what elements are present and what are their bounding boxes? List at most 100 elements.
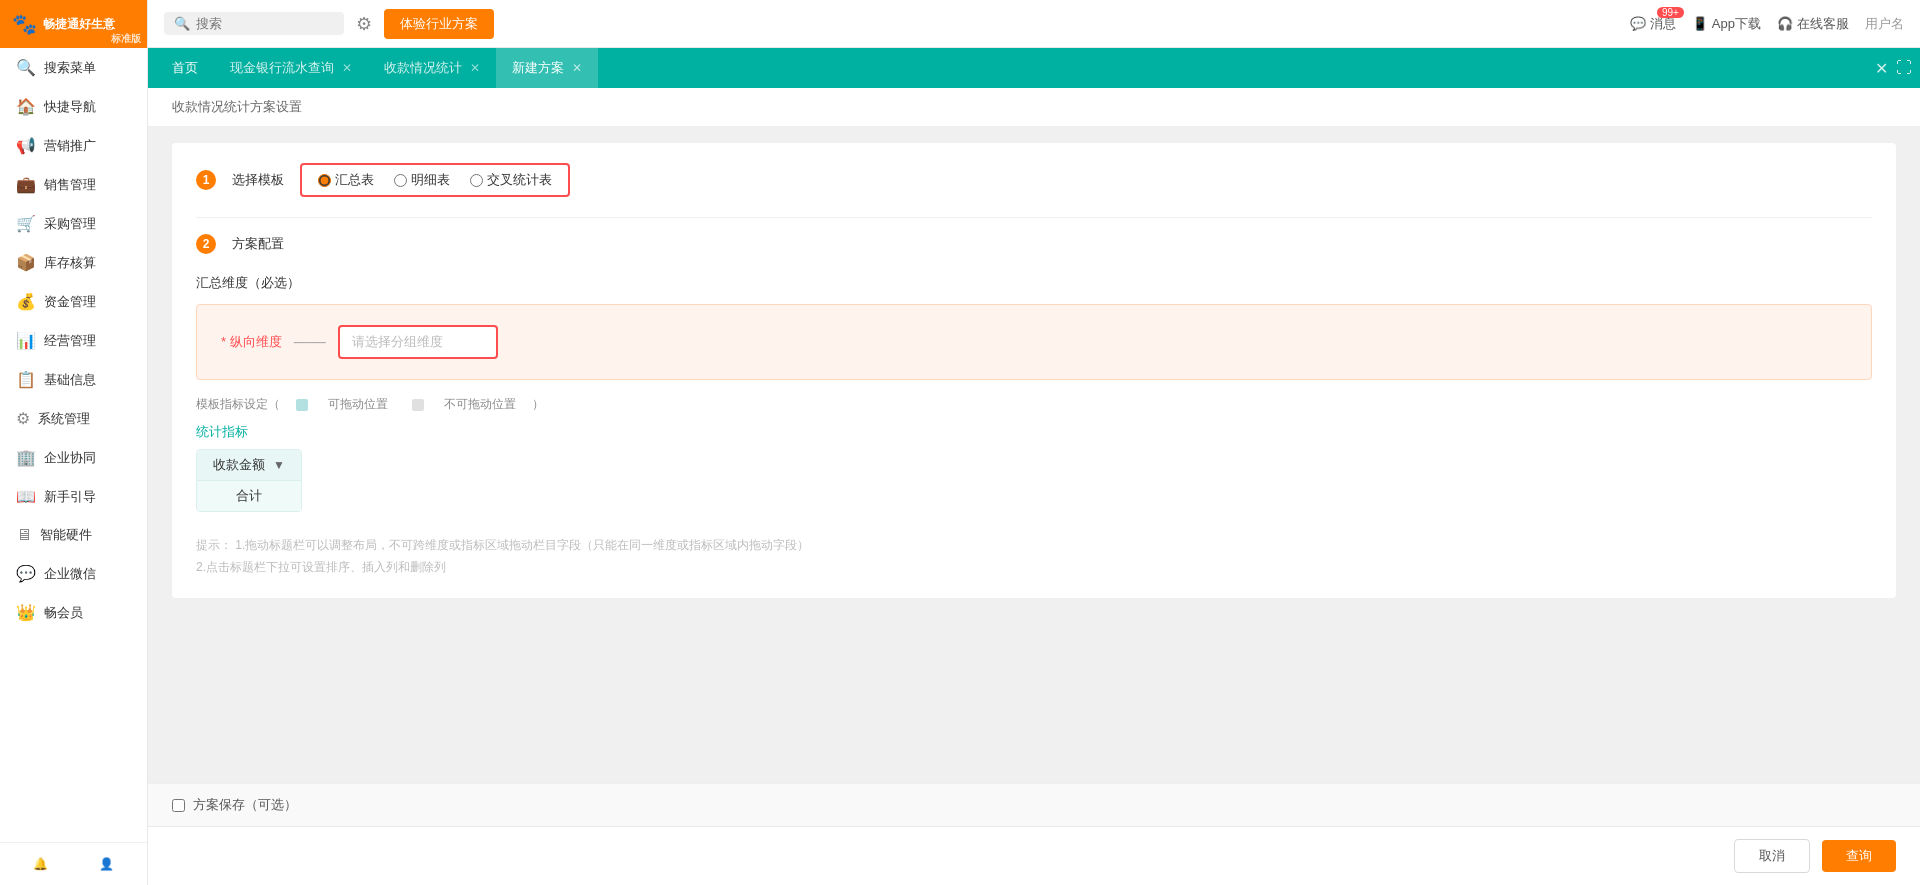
- breadcrumb: 收款情况统计方案设置: [148, 88, 1920, 127]
- cancel-button[interactable]: 取消: [1734, 839, 1810, 873]
- metrics-header: 收款金额 ▼: [197, 450, 301, 481]
- metrics-section: 模板指标设定（ 可拖动位置 不可拖动位置 ） 统计指标 收款金额 ▼: [196, 396, 1872, 515]
- save-label: 方案保存（可选）: [193, 796, 297, 814]
- step1-row: 1 选择模板 汇总表 明细表 交叉统计表: [196, 163, 1872, 197]
- sidebar-item-guide[interactable]: 📖 新手引导: [0, 477, 147, 516]
- sidebar-label-finance: 资金管理: [44, 293, 96, 311]
- gear-button[interactable]: ⚙: [356, 13, 372, 35]
- sidebar-label-system: 系统管理: [38, 410, 90, 428]
- management-icon: 📊: [16, 331, 36, 350]
- sidebar-item-purchase[interactable]: 🛒 采购管理: [0, 204, 147, 243]
- home-icon: 🏠: [16, 97, 36, 116]
- sidebar-item-search[interactable]: 🔍 搜索菜单: [0, 48, 147, 87]
- sidebar-item-basic[interactable]: 📋 基础信息: [0, 360, 147, 399]
- search-icon: 🔍: [16, 58, 36, 77]
- nav-tabs: 首页 现金银行流水查询 ✕ 收款情况统计 ✕ 新建方案 ✕ ✕ ⛶: [148, 48, 1920, 88]
- radio-detail-label: 明细表: [411, 171, 450, 189]
- vertical-label: * 纵向维度: [221, 333, 282, 351]
- sidebar-item-finance[interactable]: 💰 资金管理: [0, 282, 147, 321]
- sidebar-footer: 🔔 👤: [0, 842, 147, 885]
- dimension-row: * 纵向维度 —— 请选择分组维度: [221, 325, 1847, 359]
- download-label: App下载: [1712, 15, 1761, 33]
- main-area: 🔍 ⚙ 体验行业方案 💬 消息 99+ 📱 App下载 🎧 在线客服 用户名 首…: [148, 0, 1920, 885]
- metrics-label: 统计指标: [196, 423, 1872, 441]
- radio-detail[interactable]: 明细表: [394, 171, 450, 189]
- legend-close: ）: [532, 396, 544, 413]
- sidebar-label-management: 经营管理: [44, 332, 96, 350]
- sidebar-label-search: 搜索菜单: [44, 59, 96, 77]
- step2-label: 方案配置: [232, 235, 284, 253]
- marketing-icon: 📢: [16, 136, 36, 155]
- dimension-arrow: ——: [294, 333, 326, 351]
- sidebar-footer-notification[interactable]: 🔔: [8, 851, 74, 877]
- radio-summary[interactable]: 汇总表: [318, 171, 374, 189]
- divider1: [196, 217, 1872, 218]
- sidebar-label-home: 快捷导航: [44, 98, 96, 116]
- basic-icon: 📋: [16, 370, 36, 389]
- notification-badge: 99+: [1657, 7, 1684, 18]
- sidebar-item-hardware[interactable]: 🖥 智能硬件: [0, 516, 147, 554]
- guide-icon: 📖: [16, 487, 36, 506]
- sidebar-label-purchase: 采购管理: [44, 215, 96, 233]
- save-checkbox[interactable]: [172, 799, 185, 812]
- sidebar-item-wechat[interactable]: 💬 企业微信: [0, 554, 147, 593]
- tab-collection[interactable]: 收款情况统计 ✕: [368, 48, 496, 88]
- nav-tabs-actions: ✕ ⛶: [1875, 59, 1912, 78]
- tab-collection-label: 收款情况统计: [384, 59, 462, 77]
- topbar: 🔍 ⚙ 体验行业方案 💬 消息 99+ 📱 App下载 🎧 在线客服 用户名: [148, 0, 1920, 48]
- section-card: 1 选择模板 汇总表 明细表 交叉统计表: [172, 143, 1896, 598]
- metrics-table: 收款金额 ▼ 合计: [196, 449, 302, 512]
- sidebar-item-enterprise[interactable]: 🏢 企业协同: [0, 438, 147, 477]
- search-box[interactable]: 🔍: [164, 12, 344, 35]
- metrics-dropdown-icon[interactable]: ▼: [273, 458, 285, 472]
- tab-new-plan-close[interactable]: ✕: [572, 61, 582, 75]
- sidebar-footer-user[interactable]: 👤: [74, 851, 140, 877]
- dimension-config: 汇总维度（必选） * 纵向维度 —— 请选择分组维度 模: [196, 274, 1872, 578]
- dimension-area: * 纵向维度 —— 请选择分组维度: [196, 304, 1872, 380]
- sidebar-item-member[interactable]: 👑 畅会员: [0, 593, 147, 632]
- sidebar: 🐾 畅捷通好生意 标准版 🔍 搜索菜单 🏠 快捷导航 📢 营销推广 💼 销售管理…: [0, 0, 148, 885]
- purchase-icon: 🛒: [16, 214, 36, 233]
- trial-button[interactable]: 体验行业方案: [384, 9, 494, 39]
- tab-bank-flow-close[interactable]: ✕: [342, 61, 352, 75]
- enterprise-icon: 🏢: [16, 448, 36, 467]
- tab-bank-flow-label: 现金银行流水查询: [230, 59, 334, 77]
- tip-row-2: 2.点击标题栏下拉可设置排序、插入列和删除列: [196, 557, 1872, 579]
- tab-collection-close[interactable]: ✕: [470, 61, 480, 75]
- tab-home[interactable]: 首页: [156, 48, 214, 88]
- sidebar-label-marketing: 营销推广: [44, 137, 96, 155]
- step1-label: 选择模板: [232, 171, 284, 189]
- hardware-icon: 🖥: [16, 526, 32, 544]
- nav-close-icon[interactable]: ✕: [1875, 59, 1888, 78]
- sidebar-item-management[interactable]: 📊 经营管理: [0, 321, 147, 360]
- dimension-select[interactable]: 请选择分组维度: [338, 325, 498, 359]
- search-input[interactable]: [196, 16, 316, 31]
- app-name: 畅捷通好生意: [43, 17, 115, 31]
- tab-new-plan-label: 新建方案: [512, 59, 564, 77]
- sidebar-item-sales[interactable]: 💼 销售管理: [0, 165, 147, 204]
- tab-bank-flow[interactable]: 现金银行流水查询 ✕: [214, 48, 368, 88]
- radio-cross[interactable]: 交叉统计表: [470, 171, 552, 189]
- download-button[interactable]: 📱 App下载: [1692, 15, 1761, 33]
- download-icon: 📱: [1692, 16, 1708, 31]
- service-button[interactable]: 🎧 在线客服: [1777, 15, 1849, 33]
- logo-icon: 🐾: [12, 12, 37, 36]
- query-button[interactable]: 查询: [1822, 840, 1896, 872]
- fixed-dot: [412, 399, 424, 411]
- tab-new-plan[interactable]: 新建方案 ✕: [496, 48, 598, 88]
- template-options: 汇总表 明细表 交叉统计表: [300, 163, 570, 197]
- tip-text-1: 提示： 1.拖动标题栏可以调整布局，不可跨维度或指标区域拖动栏目字段（只能在同一…: [196, 535, 809, 557]
- sidebar-label-member: 畅会员: [44, 604, 83, 622]
- notification-button[interactable]: 💬 消息 99+: [1630, 15, 1676, 33]
- sidebar-label-guide: 新手引导: [44, 488, 96, 506]
- sidebar-item-home[interactable]: 🏠 快捷导航: [0, 87, 147, 126]
- sidebar-item-system[interactable]: ⚙ 系统管理: [0, 399, 147, 438]
- sidebar-item-inventory[interactable]: 📦 库存核算: [0, 243, 147, 282]
- metrics-total-cell: 合计: [197, 481, 301, 511]
- metrics-col-label: 收款金额: [213, 456, 265, 474]
- sidebar-item-marketing[interactable]: 📢 营销推广: [0, 126, 147, 165]
- wechat-icon: 💬: [16, 564, 36, 583]
- service-label: 在线客服: [1797, 15, 1849, 33]
- radio-cross-label: 交叉统计表: [487, 171, 552, 189]
- nav-expand-icon[interactable]: ⛶: [1896, 59, 1912, 77]
